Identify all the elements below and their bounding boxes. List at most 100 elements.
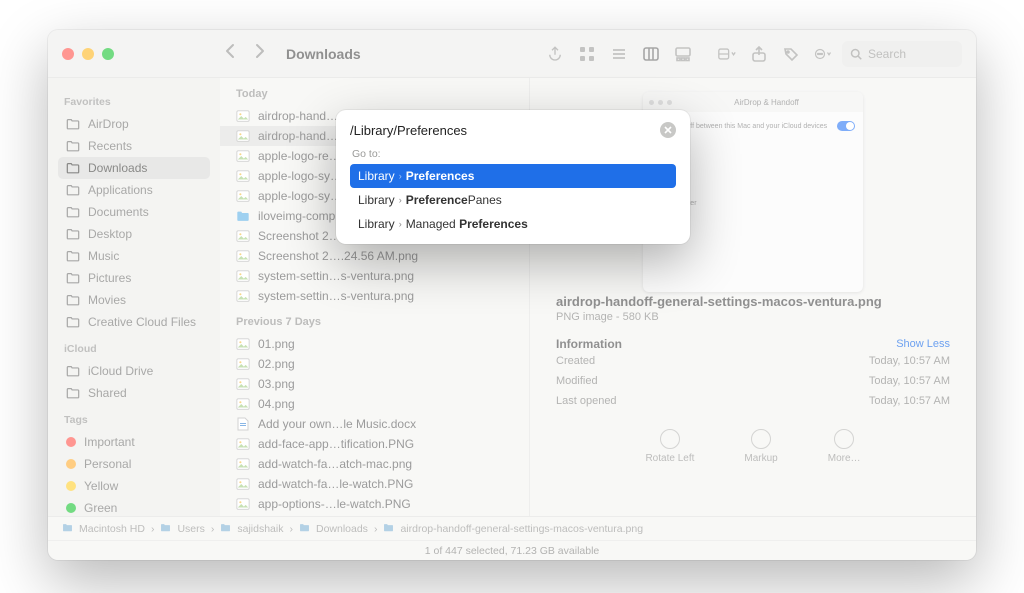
- file-row[interactable]: add-watch-fa…atch-mac.png: [220, 454, 529, 474]
- file-row[interactable]: app-options-…le-watch.PNG: [220, 494, 529, 514]
- clear-input-button[interactable]: [660, 122, 676, 138]
- info-row: CreatedToday, 10:57 AM: [556, 351, 950, 371]
- info-row: Last openedToday, 10:57 AM: [556, 391, 950, 411]
- sidebar-tag[interactable]: Personal: [58, 453, 210, 475]
- file-row[interactable]: 03.png: [220, 374, 529, 394]
- forward-button[interactable]: [254, 43, 266, 64]
- back-button[interactable]: [224, 43, 236, 64]
- goto-suggestion[interactable]: Library›Managed Preferences: [350, 212, 676, 236]
- file-row[interactable]: 02.png: [220, 354, 529, 374]
- file-row[interactable]: system-settin…s-ventura.png: [220, 286, 529, 306]
- sidebar-item[interactable]: Downloads: [58, 157, 210, 179]
- tag-dot-icon: [66, 481, 76, 491]
- sidebar-item-label: Recents: [88, 139, 132, 153]
- sidebar-item[interactable]: Documents: [58, 201, 210, 223]
- file-icon: [236, 357, 250, 371]
- file-icon: [236, 437, 250, 451]
- search-field[interactable]: Search: [842, 41, 962, 67]
- chevron-right-icon: ›: [151, 523, 155, 535]
- file-row[interactable]: 04.png: [220, 394, 529, 414]
- share-button[interactable]: [750, 45, 768, 63]
- folder-icon: [66, 161, 80, 175]
- sidebar: Favorites AirDrop Recents Downloads Applica…: [48, 78, 220, 516]
- status-bar: 1 of 447 selected, 71.23 GB available: [48, 540, 976, 560]
- folder-icon: [299, 522, 310, 536]
- markup-button[interactable]: Markup: [744, 429, 777, 464]
- goto-suggestion[interactable]: Library›Preferences: [350, 164, 676, 188]
- sidebar-item-label: Applications: [88, 183, 153, 197]
- close-window[interactable]: [62, 48, 74, 60]
- file-icon: [236, 497, 250, 511]
- preview-subtitle: PNG image - 580 KB: [556, 311, 950, 323]
- file-row[interactable]: add-face-app…tification.PNG: [220, 434, 529, 454]
- sidebar-heading-icloud: iCloud: [64, 343, 204, 355]
- sidebar-tag[interactable]: Yellow: [58, 475, 210, 497]
- sidebar-heading-favorites: Favorites: [64, 96, 204, 108]
- more-actions-button[interactable]: More…: [828, 429, 861, 464]
- file-row[interactable]: Add your own…le Music.docx: [220, 414, 529, 434]
- file-name: 02.png: [258, 357, 295, 371]
- view-icons[interactable]: [578, 45, 596, 63]
- sidebar-item[interactable]: iCloud Drive: [58, 360, 210, 382]
- sidebar-item-label: Yellow: [84, 479, 118, 493]
- sidebar-item[interactable]: Applications: [58, 179, 210, 201]
- sidebar-item[interactable]: Desktop: [58, 223, 210, 245]
- file-name: system-settin…s-ventura.png: [258, 269, 414, 283]
- sidebar-item-label: Important: [84, 435, 135, 449]
- file-row[interactable]: system-settin…s-ventura.png: [220, 266, 529, 286]
- sidebar-item-label: Music: [88, 249, 119, 263]
- minimize-window[interactable]: [82, 48, 94, 60]
- folder-icon: [160, 522, 171, 536]
- view-list[interactable]: [610, 45, 628, 63]
- list-group-heading: Today: [220, 78, 529, 106]
- path-segment[interactable]: Downloads: [316, 523, 368, 535]
- group-menu[interactable]: [718, 45, 736, 63]
- sidebar-item-label: Movies: [88, 293, 126, 307]
- traffic-lights: [62, 48, 114, 60]
- path-segment[interactable]: airdrop-handoff-general-settings-macos-v…: [400, 523, 643, 535]
- sidebar-item[interactable]: Shared: [58, 382, 210, 404]
- sidebar-item[interactable]: Music: [58, 245, 210, 267]
- go-to-input[interactable]: [350, 123, 650, 138]
- sidebar-item-label: iCloud Drive: [88, 364, 153, 378]
- sidebar-tag[interactable]: Green: [58, 497, 210, 516]
- sidebar-item[interactable]: Movies: [58, 289, 210, 311]
- preview-filename: airdrop-handoff-general-settings-macos-v…: [556, 294, 950, 309]
- file-icon: [236, 477, 250, 491]
- view-columns[interactable]: [642, 45, 660, 63]
- show-less-button[interactable]: Show Less: [896, 338, 950, 350]
- info-heading: Information: [556, 337, 622, 351]
- file-icon: [236, 289, 250, 303]
- sidebar-item[interactable]: Pictures: [58, 267, 210, 289]
- file-row[interactable]: add-watch-fa…le-watch.PNG: [220, 474, 529, 494]
- path-bar[interactable]: Macintosh HD›Users›sajidshaik›Downloads›…: [48, 516, 976, 540]
- sidebar-item[interactable]: Recents: [58, 135, 210, 157]
- sidebar-item-label: Downloads: [88, 161, 147, 175]
- rotate-left-button[interactable]: Rotate Left: [645, 429, 694, 464]
- action-menu[interactable]: [814, 45, 832, 63]
- zoom-window[interactable]: [102, 48, 114, 60]
- view-gallery[interactable]: [674, 45, 692, 63]
- folder-icon: [66, 386, 80, 400]
- search-placeholder: Search: [868, 47, 906, 61]
- sidebar-item[interactable]: Creative Cloud Files: [58, 311, 210, 333]
- path-segment[interactable]: Users: [177, 523, 204, 535]
- folder-icon: [66, 205, 80, 219]
- file-name: add-face-app…tification.PNG: [258, 437, 414, 451]
- sidebar-item[interactable]: AirDrop: [58, 113, 210, 135]
- folder-icon: [220, 522, 231, 536]
- sidebar-tag[interactable]: Important: [58, 431, 210, 453]
- path-segment[interactable]: sajidshaik: [237, 523, 283, 535]
- tags-button[interactable]: [782, 45, 800, 63]
- go-to-folder-dialog: Go to: Library›PreferencesLibrary›Prefer…: [336, 110, 690, 244]
- goto-suggestion[interactable]: Library›PreferencePanes: [350, 188, 676, 212]
- file-row[interactable]: Screenshot 2….24.56 AM.png: [220, 246, 529, 266]
- path-segment[interactable]: Macintosh HD: [79, 523, 145, 535]
- sidebar-heading-tags: Tags: [64, 414, 204, 426]
- list-group-heading: Previous 7 Days: [220, 306, 529, 334]
- file-name: 03.png: [258, 377, 295, 391]
- info-value: Today, 10:57 AM: [869, 355, 950, 367]
- file-row[interactable]: 01.png: [220, 334, 529, 354]
- file-icon: [236, 129, 250, 143]
- airdrop-icon[interactable]: [546, 45, 564, 63]
